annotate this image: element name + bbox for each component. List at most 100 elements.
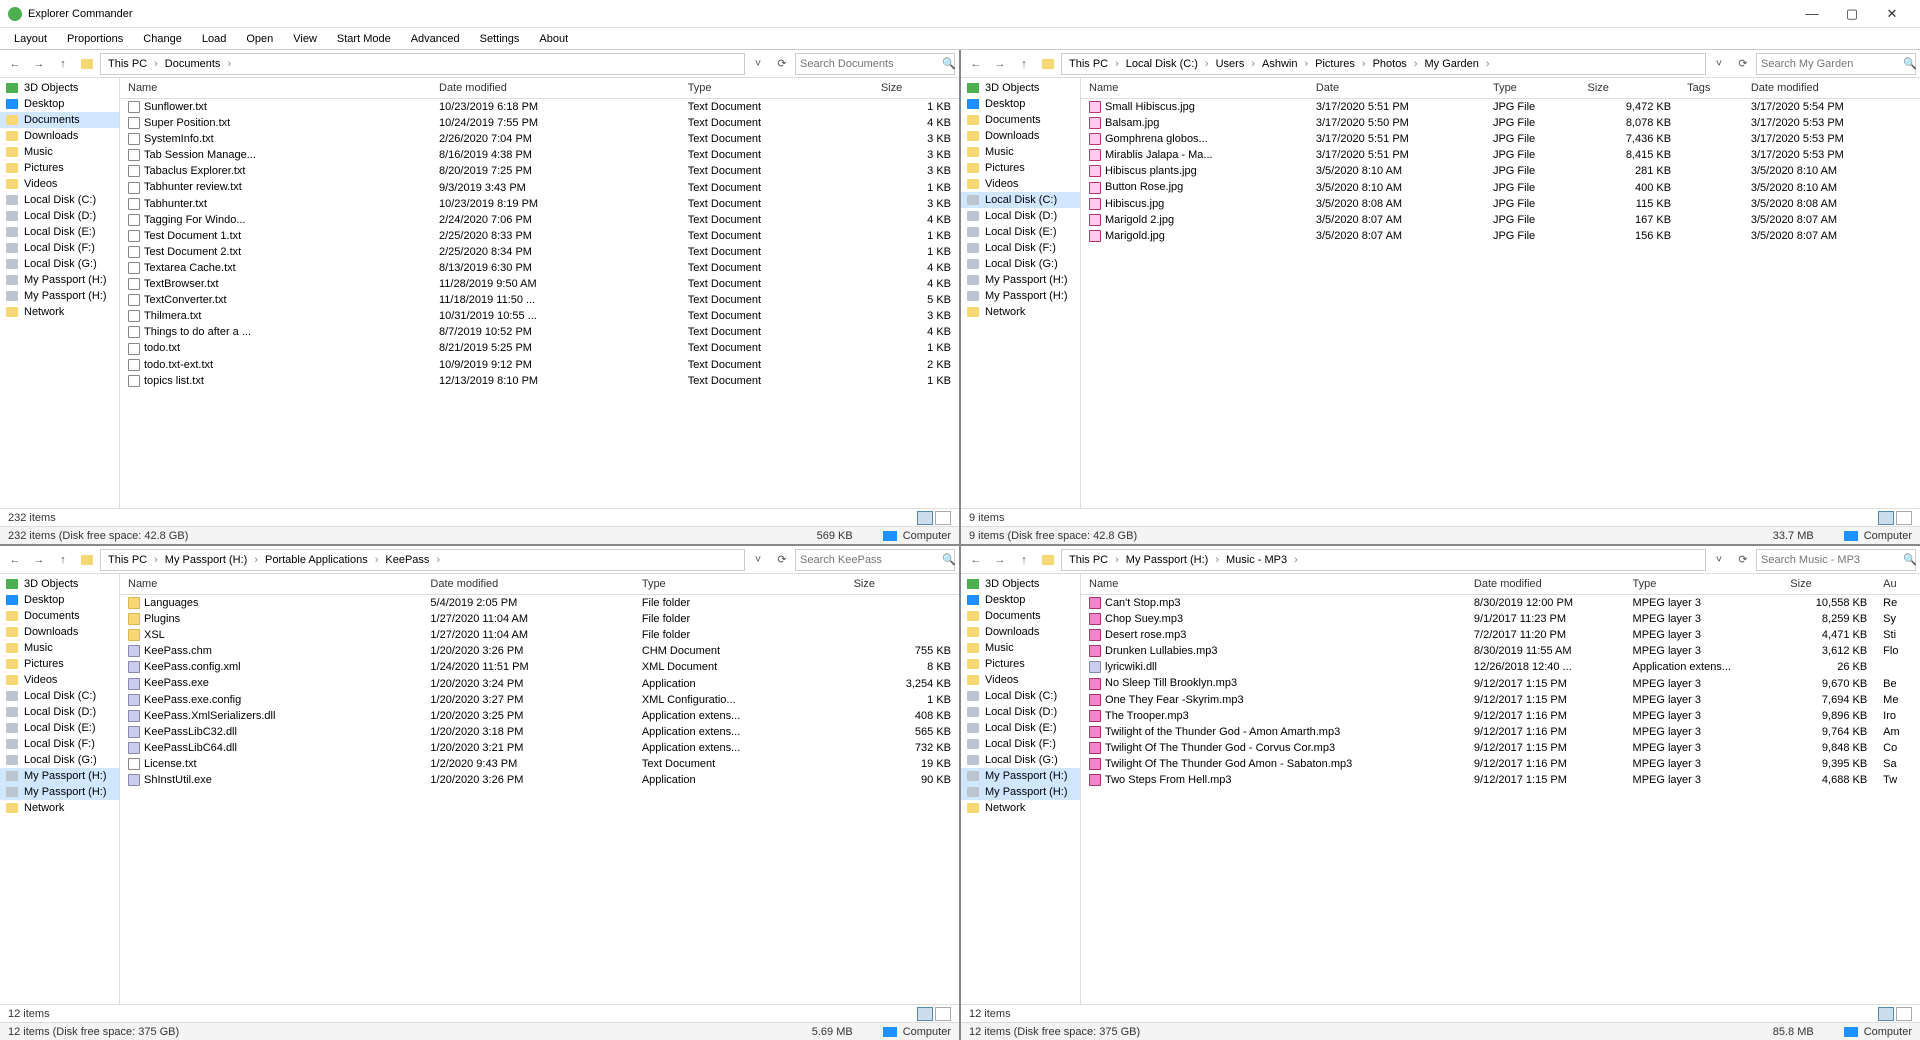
file-row[interactable]: Button Rose.jpg3/5/2020 8:10 AMJPG File4…	[1081, 179, 1920, 195]
file-row[interactable]: Balsam.jpg3/17/2020 5:50 PMJPG File8,078…	[1081, 115, 1920, 131]
file-row[interactable]: Hibiscus plants.jpg3/5/2020 8:10 AMJPG F…	[1081, 163, 1920, 179]
tree-item[interactable]: Music	[961, 144, 1080, 160]
file-row[interactable]: The Trooper.mp39/12/2017 1:16 PMMPEG lay…	[1081, 708, 1920, 724]
nav-tree[interactable]: 3D ObjectsDesktopDocumentsDownloadsMusic…	[0, 78, 120, 508]
file-row[interactable]: License.txt1/2/2020 9:43 PMText Document…	[120, 756, 959, 772]
tree-item[interactable]: Music	[961, 640, 1080, 656]
file-row[interactable]: Things to do after a ...8/7/2019 10:52 P…	[120, 324, 959, 340]
breadcrumb[interactable]: This PC›Documents›	[100, 53, 745, 75]
close-button[interactable]: ✕	[1872, 0, 1912, 27]
file-row[interactable]: SystemInfo.txt2/26/2020 7:04 PMText Docu…	[120, 131, 959, 147]
tree-item[interactable]: Desktop	[961, 592, 1080, 608]
tree-item[interactable]: Local Disk (G:)	[0, 752, 119, 768]
tree-item[interactable]: Local Disk (F:)	[0, 240, 119, 256]
menu-settings[interactable]: Settings	[470, 30, 530, 48]
tree-item[interactable]: Local Disk (G:)	[0, 256, 119, 272]
file-row[interactable]: Mirablis Jalapa - Ma...3/17/2020 5:51 PM…	[1081, 147, 1920, 163]
tree-item[interactable]: Local Disk (F:)	[0, 736, 119, 752]
column-header[interactable]: Name	[1081, 78, 1308, 99]
file-row[interactable]: Marigold 2.jpg3/5/2020 8:07 AMJPG File16…	[1081, 212, 1920, 228]
column-header[interactable]: Size	[846, 574, 959, 595]
column-header[interactable]: Size	[873, 78, 959, 99]
file-row[interactable]: todo.txt-ext.txt10/9/2019 9:12 PMText Do…	[120, 357, 959, 373]
column-header[interactable]: Type	[1625, 574, 1783, 595]
menu-layout[interactable]: Layout	[4, 30, 57, 48]
breadcrumb-item[interactable]: My Passport (H:)	[162, 554, 251, 566]
file-row[interactable]: KeePassLibC64.dll1/20/2020 3:21 PMApplic…	[120, 740, 959, 756]
tree-item[interactable]: Downloads	[961, 128, 1080, 144]
menu-change[interactable]: Change	[133, 30, 192, 48]
tree-item[interactable]: 3D Objects	[961, 80, 1080, 96]
tree-item[interactable]: Downloads	[961, 624, 1080, 640]
file-row[interactable]: Small Hibiscus.jpg3/17/2020 5:51 PMJPG F…	[1081, 99, 1920, 116]
back-icon[interactable]: ←	[4, 53, 26, 75]
menu-view[interactable]: View	[283, 30, 327, 48]
up-icon[interactable]: ↑	[1013, 53, 1035, 75]
tree-item[interactable]: My Passport (H:)	[0, 784, 119, 800]
file-row[interactable]: ShInstUtil.exe1/20/2020 3:26 PMApplicati…	[120, 772, 959, 788]
file-row[interactable]: One They Fear -Skyrim.mp39/12/2017 1:15 …	[1081, 692, 1920, 708]
breadcrumb-item[interactable]: My Garden	[1421, 58, 1481, 70]
breadcrumb-item[interactable]: This PC	[105, 554, 150, 566]
file-row[interactable]: Twilight Of The Thunder God Amon - Sabat…	[1081, 756, 1920, 772]
breadcrumb-item[interactable]: KeePass	[382, 554, 432, 566]
tree-item[interactable]: Desktop	[0, 592, 119, 608]
breadcrumb-item[interactable]: Documents	[162, 58, 224, 70]
tree-item[interactable]: My Passport (H:)	[961, 768, 1080, 784]
tree-item[interactable]: Downloads	[0, 128, 119, 144]
file-list[interactable]: NameDate modifiedTypeSizeSunflower.txt10…	[120, 78, 959, 508]
tree-item[interactable]: Local Disk (D:)	[0, 704, 119, 720]
tree-item[interactable]: 3D Objects	[0, 80, 119, 96]
chevron-down-icon[interactable]: ˅	[1708, 53, 1730, 75]
menu-advanced[interactable]: Advanced	[401, 30, 470, 48]
tree-item[interactable]: Desktop	[961, 96, 1080, 112]
breadcrumb-item[interactable]: Pictures	[1312, 58, 1358, 70]
tree-item[interactable]: Network	[961, 800, 1080, 816]
file-row[interactable]: Sunflower.txt10/23/2019 6:18 PMText Docu…	[120, 99, 959, 116]
tree-item[interactable]: Local Disk (F:)	[961, 240, 1080, 256]
tree-item[interactable]: Videos	[0, 672, 119, 688]
tree-item[interactable]: 3D Objects	[961, 576, 1080, 592]
tree-item[interactable]: Local Disk (E:)	[0, 224, 119, 240]
file-row[interactable]: topics list.txt12/13/2019 8:10 PMText Do…	[120, 373, 959, 389]
file-row[interactable]: KeePass.exe1/20/2020 3:24 PMApplication3…	[120, 675, 959, 691]
tree-item[interactable]: Downloads	[0, 624, 119, 640]
tree-item[interactable]: Local Disk (G:)	[961, 256, 1080, 272]
column-header[interactable]: Type	[634, 574, 846, 595]
refresh-icon[interactable]: ⟳	[771, 549, 793, 571]
search-input[interactable]: 🔍	[1756, 53, 1916, 75]
search-input[interactable]: 🔍	[795, 53, 955, 75]
view-details-icon[interactable]	[917, 1007, 933, 1021]
file-row[interactable]: XSL1/27/2020 11:04 AMFile folder	[120, 627, 959, 643]
tree-item[interactable]: My Passport (H:)	[961, 272, 1080, 288]
tree-item[interactable]: Network	[0, 800, 119, 816]
tree-item[interactable]: My Passport (H:)	[961, 784, 1080, 800]
file-row[interactable]: Test Document 1.txt2/25/2020 8:33 PMText…	[120, 228, 959, 244]
up-icon[interactable]: ↑	[52, 549, 74, 571]
nav-tree[interactable]: 3D ObjectsDesktopDocumentsDownloadsMusic…	[961, 78, 1081, 508]
file-row[interactable]: Tabhunter.txt10/23/2019 8:19 PMText Docu…	[120, 196, 959, 212]
breadcrumb[interactable]: This PC›Local Disk (C:)›Users›Ashwin›Pic…	[1061, 53, 1706, 75]
column-header[interactable]: Size	[1782, 574, 1875, 595]
column-header[interactable]: Date modified	[422, 574, 633, 595]
view-details-icon[interactable]	[1878, 511, 1894, 525]
up-icon[interactable]: ↑	[1013, 549, 1035, 571]
file-list[interactable]: NameDate modifiedTypeSizeLanguages5/4/20…	[120, 574, 959, 1004]
column-header[interactable]: Name	[120, 574, 422, 595]
tree-item[interactable]: Videos	[0, 176, 119, 192]
tree-item[interactable]: Documents	[0, 112, 119, 128]
tree-item[interactable]: Local Disk (C:)	[961, 688, 1080, 704]
breadcrumb-item[interactable]: Portable Applications	[262, 554, 371, 566]
file-row[interactable]: Textarea Cache.txt8/13/2019 6:30 PMText …	[120, 260, 959, 276]
tree-item[interactable]: Network	[961, 304, 1080, 320]
file-row[interactable]: Tab Session Manage...8/16/2019 4:38 PMTe…	[120, 147, 959, 163]
column-header[interactable]: Au	[1875, 574, 1920, 595]
nav-tree[interactable]: 3D ObjectsDesktopDocumentsDownloadsMusic…	[0, 574, 120, 1004]
tree-item[interactable]: 3D Objects	[0, 576, 119, 592]
file-row[interactable]: Marigold.jpg3/5/2020 8:07 AMJPG File156 …	[1081, 228, 1920, 244]
breadcrumb[interactable]: This PC›My Passport (H:)›Portable Applic…	[100, 549, 745, 571]
tree-item[interactable]: Videos	[961, 672, 1080, 688]
file-row[interactable]: Desert rose.mp37/2/2017 11:20 PMMPEG lay…	[1081, 627, 1920, 643]
refresh-icon[interactable]: ⟳	[1732, 53, 1754, 75]
file-row[interactable]: Two Steps From Hell.mp39/12/2017 1:15 PM…	[1081, 772, 1920, 788]
